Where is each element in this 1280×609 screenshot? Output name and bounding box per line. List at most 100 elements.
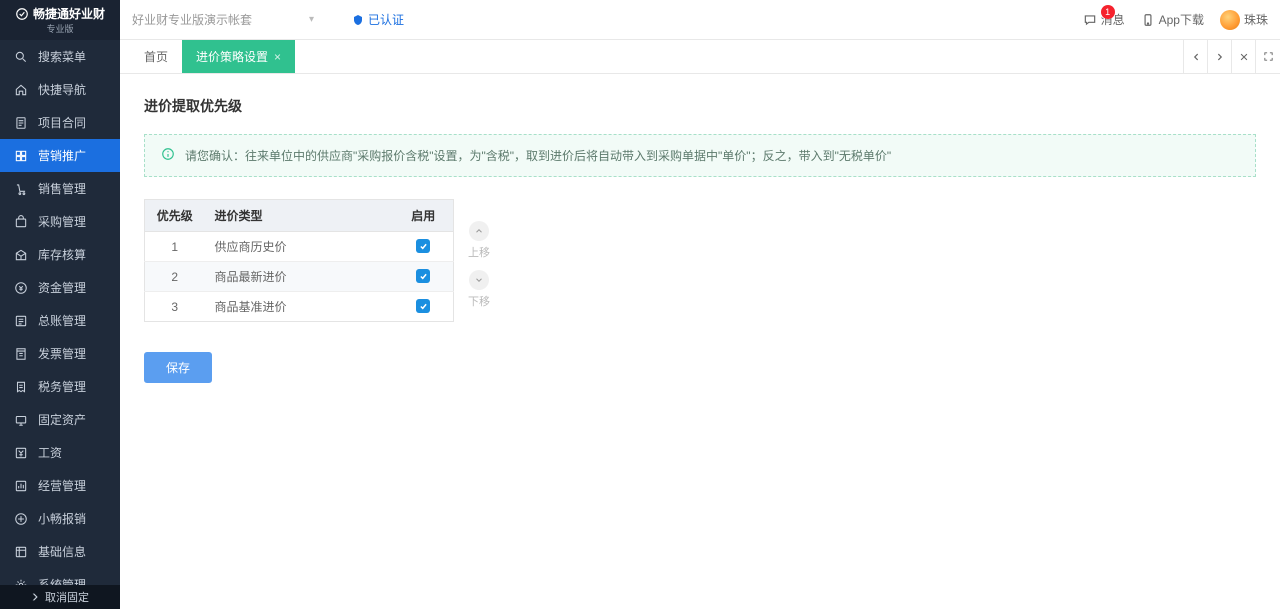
sidebar-item[interactable]: 工资 <box>0 436 120 469</box>
app-download-button[interactable]: App下载 <box>1141 11 1204 28</box>
move-up-label: 上移 <box>468 244 490 260</box>
alert-text: 请您确认：往来单位中的供应商"采购报价含税"设置，为"含税"，取到进价后将自动带… <box>185 147 891 164</box>
checkbox-checked[interactable] <box>416 299 430 313</box>
funds-icon <box>14 281 28 295</box>
sidebar-item[interactable]: 销售管理 <box>0 172 120 205</box>
move-up-button[interactable]: 上移 <box>468 221 490 260</box>
avatar <box>1220 10 1240 30</box>
tax-icon <box>14 380 28 394</box>
sidebar-item-label: 固定资产 <box>38 411 86 428</box>
sidebar-item-label: 基础信息 <box>38 543 86 560</box>
cell-enabled <box>394 232 454 262</box>
basic-icon <box>14 545 28 559</box>
messages-button[interactable]: 消息 1 <box>1083 11 1125 28</box>
table-row[interactable]: 1供应商历史价 <box>145 232 454 262</box>
sidebar-item[interactable]: 系统管理 <box>0 568 120 585</box>
brand-edition: 专业版 <box>46 22 73 35</box>
sidebar-item-label: 总账管理 <box>38 312 86 329</box>
sidebar-item[interactable]: 基础信息 <box>0 535 120 568</box>
sidebar-item-label: 工资 <box>38 444 62 461</box>
sidebar-item-label: 搜索菜单 <box>38 48 86 65</box>
sidebar-item[interactable]: 税务管理 <box>0 370 120 403</box>
move-down-button[interactable]: 下移 <box>468 270 490 309</box>
tab-label: 进价策略设置 <box>196 48 268 65</box>
cell-type: 供应商历史价 <box>205 232 394 262</box>
checkbox-checked[interactable] <box>416 269 430 283</box>
user-menu[interactable]: 珠珠 <box>1220 10 1268 30</box>
sidebar-item-label: 系统管理 <box>38 576 86 585</box>
sidebar-item-label: 税务管理 <box>38 378 86 395</box>
sidebar-item-label: 快捷导航 <box>38 81 86 98</box>
tab[interactable]: 首页 <box>130 40 182 73</box>
sidebar-item[interactable]: 快捷导航 <box>0 73 120 106</box>
sidebar-item[interactable]: 资金管理 <box>0 271 120 304</box>
cell-enabled <box>394 262 454 292</box>
sidebar-item-label: 资金管理 <box>38 279 86 296</box>
brand-logo: 畅捷通好业财 专业版 <box>0 0 120 40</box>
tab-next-button[interactable] <box>1208 40 1232 73</box>
sidebar-item[interactable]: 搜索菜单 <box>0 40 120 73</box>
col-priority: 优先级 <box>145 200 205 232</box>
invoice-icon <box>14 347 28 361</box>
checkbox-checked[interactable] <box>416 239 430 253</box>
sidebar: 畅捷通好业财 专业版 搜索菜单快捷导航项目合同营销推广销售管理采购管理库存核算资… <box>0 0 120 609</box>
tab[interactable]: 进价策略设置 × <box>182 40 295 73</box>
chevron-down-icon <box>469 270 489 290</box>
sidebar-item-label: 库存核算 <box>38 246 86 263</box>
ops-icon <box>14 479 28 493</box>
table-row[interactable]: 3商品基准进价 <box>145 292 454 322</box>
page-content: 进价提取优先级 请您确认：往来单位中的供应商"采购报价含税"设置，为"含税"，取… <box>120 74 1280 609</box>
account-name: 好业财专业版演示帐套 <box>132 11 252 28</box>
tabbar: 首页 进价策略设置 × <box>120 40 1280 74</box>
tab-close-icon[interactable]: × <box>274 50 281 64</box>
cell-type: 商品基准进价 <box>205 292 394 322</box>
purchase-icon <box>14 215 28 229</box>
sidebar-item[interactable]: 小畅报销 <box>0 502 120 535</box>
sidebar-item[interactable]: 库存核算 <box>0 238 120 271</box>
sidebar-item-label: 小畅报销 <box>38 510 86 527</box>
tab-close-all-button[interactable] <box>1232 40 1256 73</box>
chevron-down-icon: ▾ <box>309 14 314 25</box>
cell-enabled <box>394 292 454 322</box>
sidebar-nav: 搜索菜单快捷导航项目合同营销推广销售管理采购管理库存核算资金管理总账管理发票管理… <box>0 40 120 585</box>
sidebar-item[interactable]: 发票管理 <box>0 337 120 370</box>
assets-icon <box>14 413 28 427</box>
salary-icon <box>14 446 28 460</box>
sidebar-item[interactable]: 总账管理 <box>0 304 120 337</box>
sidebar-item[interactable]: 固定资产 <box>0 403 120 436</box>
sidebar-item-label: 经营管理 <box>38 477 86 494</box>
info-icon <box>161 147 175 164</box>
sidebar-item[interactable]: 采购管理 <box>0 205 120 238</box>
sidebar-item[interactable]: 营销推广 <box>0 139 120 172</box>
sidebar-item[interactable]: 项目合同 <box>0 106 120 139</box>
sidebar-item[interactable]: 经营管理 <box>0 469 120 502</box>
cell-priority: 2 <box>145 262 205 292</box>
sidebar-item-label: 项目合同 <box>38 114 86 131</box>
system-icon <box>14 578 28 586</box>
account-selector[interactable]: 好业财专业版演示帐套 ▾ <box>132 11 322 28</box>
search-icon <box>14 50 28 64</box>
marketing-icon <box>14 149 28 163</box>
sidebar-item-label: 营销推广 <box>38 147 86 164</box>
verified-label: 已认证 <box>368 11 404 28</box>
home-icon <box>14 83 28 97</box>
move-down-label: 下移 <box>468 293 490 309</box>
expense-icon <box>14 512 28 526</box>
topbar: 好业财专业版演示帐套 ▾ 已认证 消息 1 App下载 <box>120 0 1280 40</box>
cell-priority: 1 <box>145 232 205 262</box>
tab-label: 首页 <box>144 48 168 65</box>
verified-badge[interactable]: 已认证 <box>352 11 404 28</box>
sidebar-pin-toggle[interactable]: 取消固定 <box>0 585 120 609</box>
chevron-up-icon <box>469 221 489 241</box>
info-alert: 请您确认：往来单位中的供应商"采购报价含税"设置，为"含税"，取到进价后将自动带… <box>144 134 1256 177</box>
col-type: 进价类型 <box>205 200 394 232</box>
priority-table: 优先级 进价类型 启用 1供应商历史价2商品最新进价3商品基准进价 <box>144 199 454 322</box>
save-button[interactable]: 保存 <box>144 352 212 383</box>
tab-prev-button[interactable] <box>1184 40 1208 73</box>
sidebar-item-label: 发票管理 <box>38 345 86 362</box>
table-row[interactable]: 2商品最新进价 <box>145 262 454 292</box>
user-name: 珠珠 <box>1244 11 1268 28</box>
fullscreen-button[interactable] <box>1256 40 1280 73</box>
sidebar-item-label: 采购管理 <box>38 213 86 230</box>
ledger-icon <box>14 314 28 328</box>
